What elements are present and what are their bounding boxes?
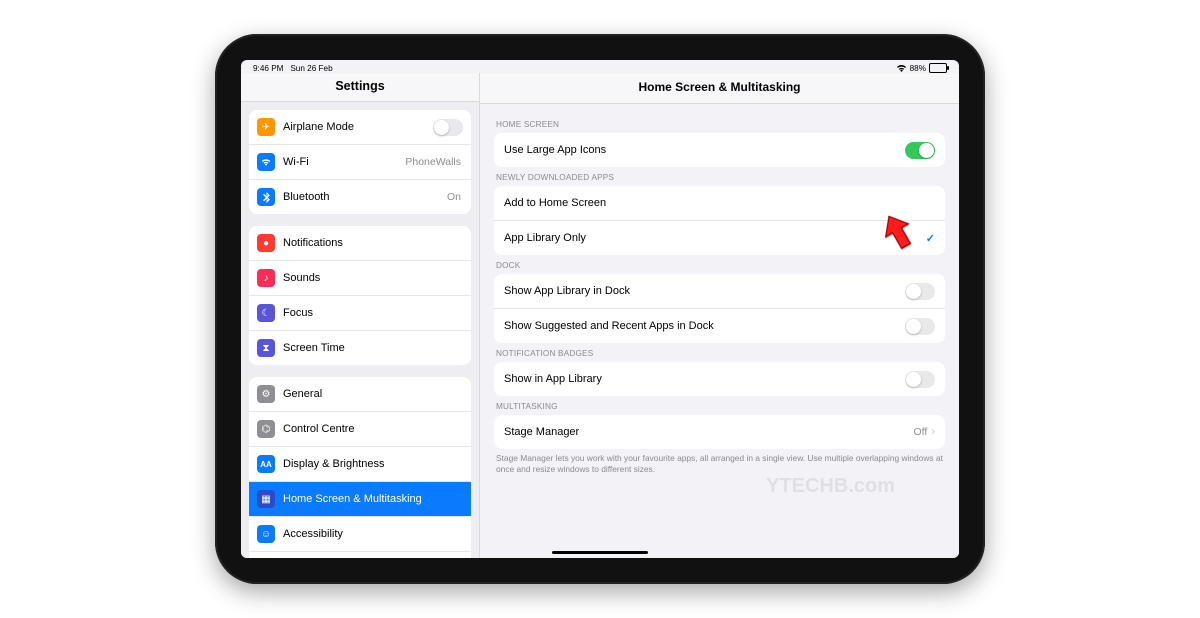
- hourglass-icon: ⧗: [257, 339, 275, 357]
- status-left: 9:46 PM Sun 26 Feb: [253, 64, 333, 73]
- date-label: Sun 26 Feb: [290, 64, 332, 73]
- main-title: Home Screen & Multitasking: [480, 73, 959, 104]
- sidebar-item-focus[interactable]: ☾ Focus: [249, 296, 471, 331]
- sidebar-item-general[interactable]: ⚙ General: [249, 377, 471, 412]
- sidebar-item-sounds[interactable]: ♪ Sounds: [249, 261, 471, 296]
- sidebar-item-label: General: [283, 388, 463, 400]
- sidebar-item-label: Wi-Fi: [283, 156, 397, 168]
- badges-library-toggle[interactable]: [905, 371, 935, 388]
- grid-icon: ▦: [257, 490, 275, 508]
- sidebar-item-screen-time[interactable]: ⧗ Screen Time: [249, 331, 471, 365]
- sidebar-item-home-multitasking[interactable]: ▦ Home Screen & Multitasking: [249, 482, 471, 517]
- large-icons-toggle[interactable]: [905, 142, 935, 159]
- wifi-icon: [257, 153, 275, 171]
- sidebar-item-label: Sounds: [283, 272, 463, 284]
- sidebar-item-bluetooth[interactable]: Bluetooth On: [249, 180, 471, 214]
- tablet-frame: 9:46 PM Sun 26 Feb 88% Settings: [215, 34, 985, 584]
- row-add-home[interactable]: Add to Home Screen: [494, 186, 945, 221]
- home-indicator[interactable]: [552, 551, 648, 554]
- wifi-icon: [896, 64, 907, 72]
- chevron-right-icon: ›: [931, 426, 935, 438]
- sidebar-title: Settings: [241, 73, 479, 102]
- bell-icon: ●: [257, 234, 275, 252]
- sidebar-item-label: Control Centre: [283, 423, 463, 435]
- row-show-recent-dock[interactable]: Show Suggested and Recent Apps in Dock: [494, 309, 945, 343]
- sidebar-item-wifi[interactable]: Wi-Fi PhoneWalls: [249, 145, 471, 180]
- sidebar-item-control-centre[interactable]: ⌬ Control Centre: [249, 412, 471, 447]
- section-multitasking: Stage Manager Off ›: [494, 415, 945, 449]
- sounds-icon: ♪: [257, 269, 275, 287]
- library-dock-toggle[interactable]: [905, 283, 935, 300]
- row-label: Stage Manager: [504, 426, 914, 438]
- row-label: Show in App Library: [504, 373, 905, 385]
- row-label: App Library Only: [504, 232, 926, 244]
- sidebar-item-airplane[interactable]: ✈ Airplane Mode: [249, 110, 471, 145]
- switches-icon: ⌬: [257, 420, 275, 438]
- section-label-home: Home Screen: [496, 120, 943, 129]
- section-label-multi: Multitasking: [496, 402, 943, 411]
- section-home: Use Large App Icons: [494, 133, 945, 167]
- sidebar-item-label: Home Screen & Multitasking: [283, 493, 463, 505]
- bluetooth-value: On: [447, 191, 461, 203]
- time-label: 9:46 PM: [253, 64, 284, 73]
- sidebar-item-label: Screen Time: [283, 342, 463, 354]
- sidebar-item-label: Notifications: [283, 237, 463, 249]
- row-show-in-library[interactable]: Show in App Library: [494, 362, 945, 396]
- row-label: Show App Library in Dock: [504, 285, 905, 297]
- sidebar-group-system: ⚙ General ⌬ Control Centre AA Display & …: [249, 377, 471, 558]
- sidebar-group-alerts: ● Notifications ♪ Sounds ☾ Focus ⧗: [249, 226, 471, 365]
- airplane-toggle[interactable]: [433, 119, 463, 136]
- row-label: Use Large App Icons: [504, 144, 905, 156]
- sidebar-item-label: Airplane Mode: [283, 121, 425, 133]
- display-icon: AA: [257, 455, 275, 473]
- section-dock: Show App Library in Dock Show Suggested …: [494, 274, 945, 343]
- sidebar-item-label: Accessibility: [283, 528, 463, 540]
- row-stage-manager[interactable]: Stage Manager Off ›: [494, 415, 945, 449]
- accessibility-icon: ☺: [257, 525, 275, 543]
- wifi-value: PhoneWalls: [405, 156, 461, 168]
- check-icon: ✓: [926, 232, 935, 245]
- battery-icon: [929, 63, 947, 73]
- status-bar: 9:46 PM Sun 26 Feb 88%: [241, 60, 959, 73]
- section-newly: Add to Home Screen App Library Only ✓: [494, 186, 945, 255]
- main-panel: Home Screen & Multitasking Home Screen U…: [480, 73, 959, 558]
- gear-icon: ⚙: [257, 385, 275, 403]
- stage-manager-footer: Stage Manager lets you work with your fa…: [496, 453, 943, 475]
- section-label-dock: Dock: [496, 261, 943, 270]
- row-label: Add to Home Screen: [504, 197, 935, 209]
- row-show-library-dock[interactable]: Show App Library in Dock: [494, 274, 945, 309]
- sidebar-item-wallpaper[interactable]: ❀ Wallpaper: [249, 552, 471, 558]
- airplane-icon: ✈: [257, 118, 275, 136]
- battery-pct: 88%: [910, 64, 926, 73]
- sidebar: Settings ✈ Airplane Mode Wi-Fi: [241, 73, 480, 558]
- section-badges: Show in App Library: [494, 362, 945, 396]
- section-label-newly: Newly Downloaded Apps: [496, 173, 943, 182]
- sidebar-item-label: Focus: [283, 307, 463, 319]
- moon-icon: ☾: [257, 304, 275, 322]
- sidebar-group-connectivity: ✈ Airplane Mode Wi-Fi PhoneWalls: [249, 110, 471, 214]
- row-library-only[interactable]: App Library Only ✓: [494, 221, 945, 255]
- sidebar-item-label: Bluetooth: [283, 191, 439, 203]
- sidebar-item-label: Display & Brightness: [283, 458, 463, 470]
- recent-dock-toggle[interactable]: [905, 318, 935, 335]
- sidebar-item-notifications[interactable]: ● Notifications: [249, 226, 471, 261]
- sidebar-item-accessibility[interactable]: ☺ Accessibility: [249, 517, 471, 552]
- screen: 9:46 PM Sun 26 Feb 88% Settings: [241, 60, 959, 558]
- bluetooth-icon: [257, 188, 275, 206]
- stage-manager-value: Off: [914, 426, 928, 438]
- row-label: Show Suggested and Recent Apps in Dock: [504, 320, 905, 332]
- section-label-badges: Notification Badges: [496, 349, 943, 358]
- row-large-icons[interactable]: Use Large App Icons: [494, 133, 945, 167]
- sidebar-item-display[interactable]: AA Display & Brightness: [249, 447, 471, 482]
